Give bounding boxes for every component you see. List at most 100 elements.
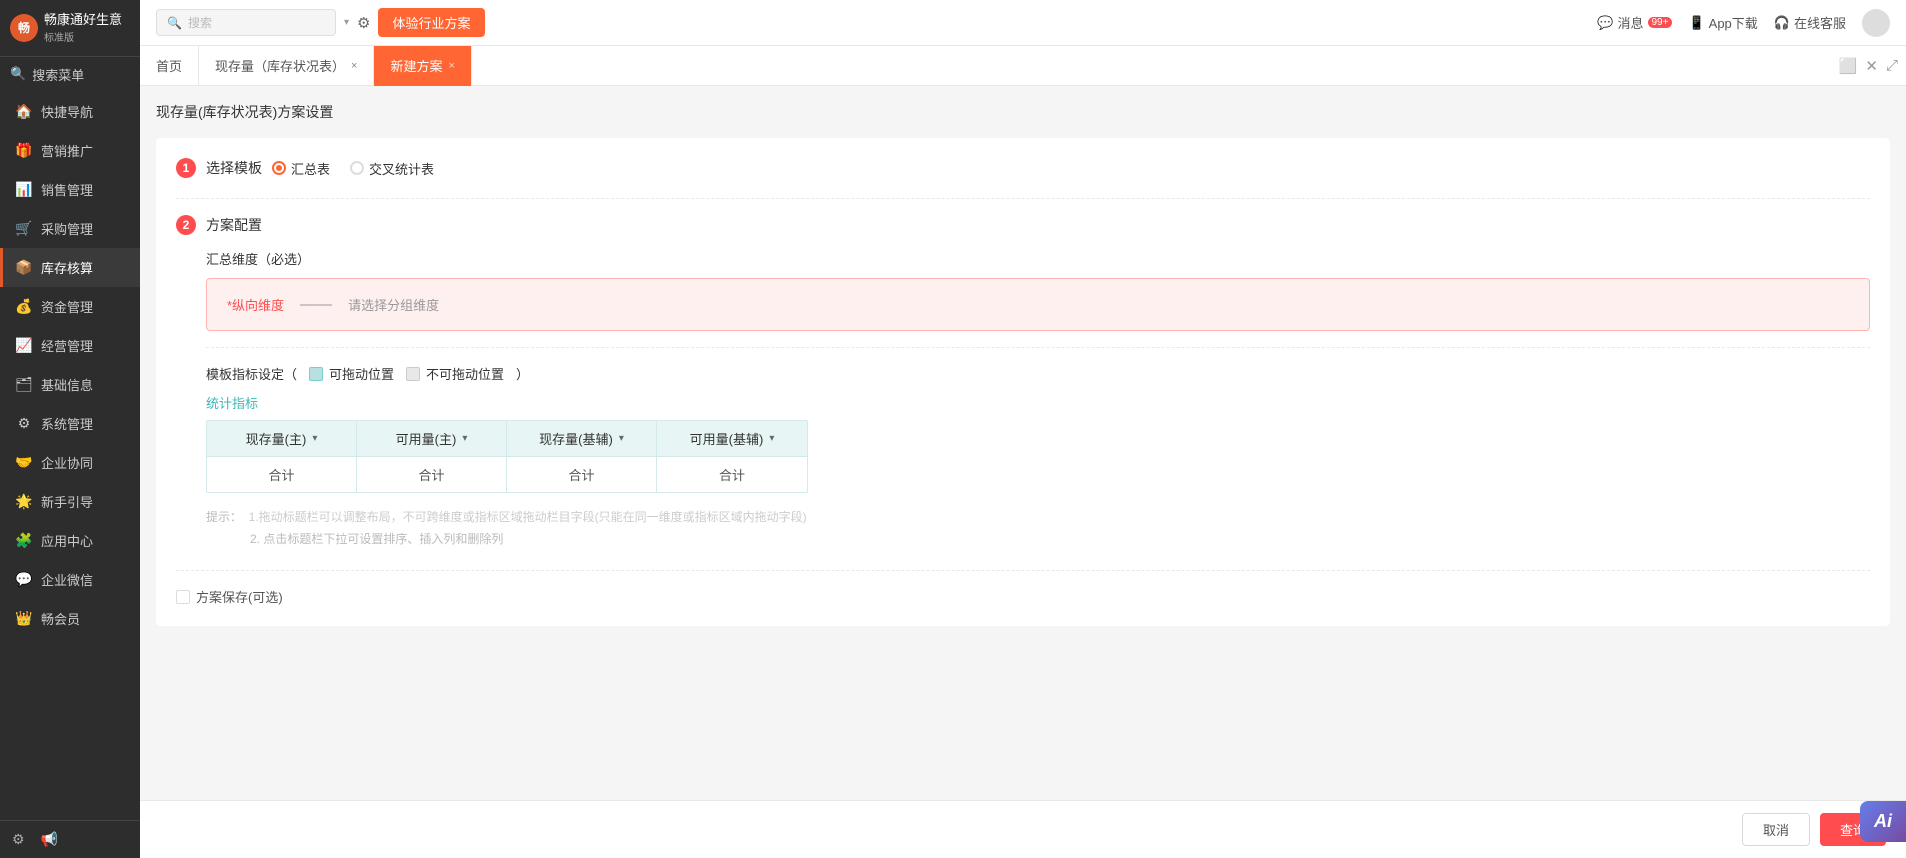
puzzle-icon: 🧩 [15, 531, 33, 549]
tab-expand-btn[interactable]: ⤢ [1886, 57, 1898, 74]
sidebar-item-purchase[interactable]: 🛒 采购管理 [0, 209, 140, 248]
stat-section-title: 统计指标 [206, 393, 1870, 412]
dimension-required-label: *纵向维度 [227, 295, 284, 314]
handshake-icon: 🤝 [15, 453, 33, 471]
app-download-item[interactable]: 📱 App下载 [1688, 13, 1757, 32]
step2-section: 2 方案配置 汇总维度（必选） *纵向维度 —— 请选择分组维度 模板指标设定（ [176, 215, 1870, 550]
tabs-bar: 首页 现存量（库存状况表） × 新建方案 × ⬜ ✕ ⤢ [140, 46, 1906, 86]
home-icon: 🏠 [15, 102, 33, 120]
dimension-placeholder[interactable]: 请选择分组维度 [348, 295, 439, 314]
indicator-label-text: 模板指标设定（ [206, 364, 297, 383]
dimension-divider [206, 347, 1870, 348]
col-header-3[interactable]: 可用量(基辅) ▾ [657, 421, 807, 456]
main-area: 🔍 搜索 ▾ ⚙ 体验行业方案 💬 消息 99+ 📱 App下载 🎧 在线客服 [140, 0, 1906, 858]
app-logo-text: 畅康通好生意 标准版 [44, 12, 122, 44]
ai-badge[interactable]: Ai [1860, 801, 1906, 842]
legend-fixed: 不可拖动位置 [406, 364, 504, 383]
box-icon: 📦 [15, 258, 33, 276]
customer-service-item[interactable]: 🎧 在线客服 [1774, 13, 1846, 32]
step2-header: 2 方案配置 [176, 215, 1870, 235]
col-body-0: 合计 [207, 456, 357, 492]
header-dropdown-icon[interactable]: ▾ [344, 17, 349, 28]
step1-badge: 1 [176, 158, 196, 178]
col-header-0[interactable]: 现存量(主) ▾ [207, 421, 357, 456]
stat-table-header: 现存量(主) ▾ 可用量(主) ▾ 现存量(基辅) ▾ [207, 421, 807, 456]
sidebar-item-wechat[interactable]: 💬 企业微信 [0, 560, 140, 599]
col-chevron-0: ▾ [312, 433, 317, 444]
radio-summary-circle [272, 161, 286, 175]
money-icon: 💰 [15, 297, 33, 315]
headset-icon: 🎧 [1774, 15, 1790, 31]
tab-inventory-status[interactable]: 现存量（库存状况表） × [199, 46, 374, 86]
col-body-3: 合计 [657, 456, 807, 492]
header-settings-icon[interactable]: ⚙ [357, 14, 370, 32]
col-header-2[interactable]: 现存量(基辅) ▾ [507, 421, 657, 456]
indicator-settings: 模板指标设定（ 可拖动位置 不可拖动位置 ） [206, 364, 1870, 383]
header-right: 💬 消息 99+ 📱 App下载 🎧 在线客服 [1597, 9, 1890, 37]
col-header-1[interactable]: 可用量(主) ▾ [357, 421, 507, 456]
radio-cross[interactable]: 交叉统计表 [350, 159, 434, 178]
stat-table-body: 合计 合计 合计 合计 [207, 456, 807, 492]
sidebar-item-member[interactable]: 👑 畅会员 [0, 599, 140, 638]
message-item[interactable]: 💬 消息 99+ [1597, 13, 1672, 32]
folder-icon: 🗂 [15, 375, 33, 393]
message-icon: 💬 [1597, 15, 1613, 31]
trial-button[interactable]: 体验行业方案 [378, 8, 484, 37]
step2-badge: 2 [176, 215, 196, 235]
radio-summary[interactable]: 汇总表 [272, 159, 330, 178]
header-left: 🔍 搜索 ▾ ⚙ 体验行业方案 [156, 8, 485, 37]
sidebar-item-inventory[interactable]: 📦 库存核算 [0, 248, 140, 287]
sidebar-item-guide[interactable]: 🌟 新手引导 [0, 482, 140, 521]
indicator-suffix: ） [516, 364, 529, 383]
dimension-separator: —— [300, 296, 332, 314]
gear-icon: ⚙ [15, 414, 33, 432]
sidebar-item-system[interactable]: ⚙ 系统管理 [0, 404, 140, 443]
save-option-label: 方案保存(可选) [196, 587, 283, 606]
phone-icon: 📱 [1688, 15, 1704, 31]
user-avatar[interactable] [1862, 9, 1890, 37]
sidebar-footer: ⚙ 📢 [0, 820, 140, 858]
dimension-config: 汇总维度（必选） *纵向维度 —— 请选择分组维度 模板指标设定（ 可拖动位置 [206, 249, 1870, 550]
col-chevron-1: ▾ [462, 433, 467, 444]
template-radio-group: 汇总表 交叉统计表 [272, 159, 434, 178]
sidebar-item-operations[interactable]: 📈 经营管理 [0, 326, 140, 365]
tab-close-new-plan[interactable]: × [448, 60, 454, 72]
search-bar-icon: 🔍 [167, 16, 182, 30]
step-divider-2 [176, 570, 1870, 571]
tips-section: 提示： 1.拖动标题栏可以调整布局，不可跨维度或指标区域拖动栏目字段(只能在同一… [206, 507, 1870, 550]
trend-icon: 📈 [15, 336, 33, 354]
page-title: 现存量(库存状况表)方案设置 [156, 102, 1890, 122]
legend-fixed-box [406, 367, 420, 381]
chart-icon: 📊 [15, 180, 33, 198]
sidebar-item-basic-info[interactable]: 🗂 基础信息 [0, 365, 140, 404]
sidebar-item-appstore[interactable]: 🧩 应用中心 [0, 521, 140, 560]
sidebar-item-sales[interactable]: 📊 销售管理 [0, 170, 140, 209]
tab-new-plan[interactable]: 新建方案 × [374, 46, 471, 86]
sidebar-search-item[interactable]: 🔍 搜索菜单 [0, 57, 140, 92]
footer-actions: 取消 查询 [140, 800, 1906, 858]
search-icon: 🔍 [10, 66, 26, 82]
step1-section: 1 选择模板 汇总表 交叉统计表 [176, 158, 1870, 178]
tab-minimize-btn[interactable]: ⬜ [1839, 57, 1858, 75]
col-chevron-3: ▾ [769, 433, 774, 444]
main-panel: 1 选择模板 汇总表 交叉统计表 [156, 138, 1890, 626]
sidebar-item-quicknav[interactable]: 🏠 快捷导航 [0, 92, 140, 131]
sidebar-item-label: 搜索菜单 [32, 65, 84, 84]
tab-close-inventory[interactable]: × [351, 60, 357, 72]
dimension-label: 汇总维度（必选） [206, 249, 1870, 268]
crown-icon: 👑 [15, 609, 33, 627]
col-body-2: 合计 [507, 456, 657, 492]
sidebar-item-cooperation[interactable]: 🤝 企业协同 [0, 443, 140, 482]
speaker-footer-icon[interactable]: 📢 [41, 831, 58, 848]
tab-close-btn[interactable]: ✕ [1865, 57, 1878, 75]
tip-2: 2. 点击标题栏下拉可设置排序、插入列和删除列 [206, 529, 1870, 551]
header-search-bar[interactable]: 🔍 搜索 [156, 9, 336, 36]
sidebar-item-marketing[interactable]: 🎁 营销推广 [0, 131, 140, 170]
save-option: 方案保存(可选) [176, 587, 1870, 606]
sidebar-item-finance[interactable]: 💰 资金管理 [0, 287, 140, 326]
cancel-button[interactable]: 取消 [1742, 813, 1810, 846]
save-checkbox[interactable] [176, 590, 190, 604]
settings-footer-icon[interactable]: ⚙ [12, 831, 25, 848]
legend-draggable: 可拖动位置 [309, 364, 394, 383]
tab-home[interactable]: 首页 [140, 46, 199, 86]
